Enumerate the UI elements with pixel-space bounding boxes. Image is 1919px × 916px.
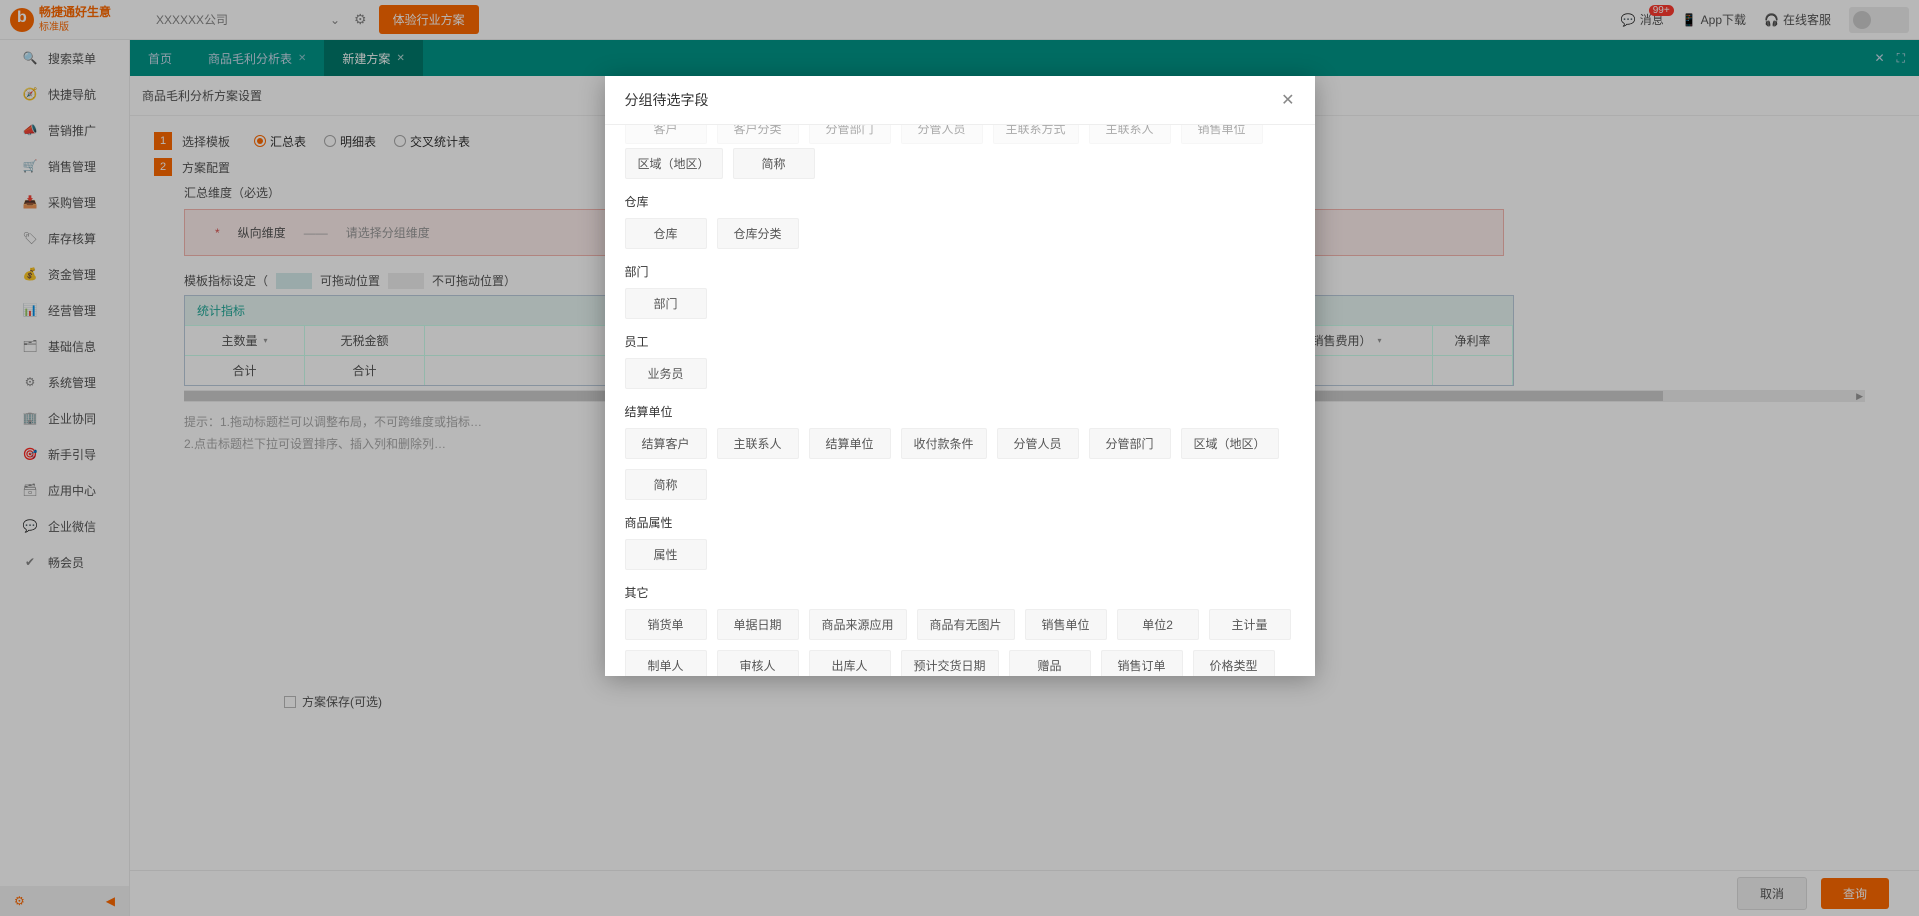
field-pill[interactable]: 区域（地区）	[1181, 428, 1279, 459]
close-icon[interactable]: ✕	[1281, 90, 1294, 110]
field-group-header: 其它	[625, 584, 1295, 601]
field-pill[interactable]: 简称	[625, 469, 707, 500]
field-group-row: 结算客户主联系人结算单位收付款条件分管人员分管部门区域（地区） 简称	[625, 428, 1295, 500]
field-pill[interactable]: 主联系方式	[993, 125, 1079, 144]
field-pill[interactable]: 销货单	[625, 609, 707, 640]
field-pill[interactable]: 主联系人	[1089, 125, 1171, 144]
field-pill[interactable]: 简称	[733, 148, 815, 179]
field-pill[interactable]: 属性	[625, 539, 707, 570]
field-pill[interactable]: 出库人	[809, 650, 891, 676]
modal-body: 客户客户分类分管部门分管人员主联系方式主联系人销售单位 区域（地区）简称 仓库仓…	[605, 125, 1315, 676]
field-pill[interactable]: 销售单位	[1181, 125, 1263, 144]
field-pill[interactable]: 客户	[625, 125, 707, 144]
field-pill[interactable]: 分管人员	[997, 428, 1079, 459]
field-pill[interactable]: 审核人	[717, 650, 799, 676]
field-group-row: 部门	[625, 288, 1295, 319]
field-pill[interactable]: 赠品	[1009, 650, 1091, 676]
field-group-row: 销货单单据日期商品来源应用商品有无图片销售单位单位2 主计量制单人审核人出库人预计…	[625, 609, 1295, 676]
modal-mask[interactable]: 分组待选字段 ✕ 客户客户分类分管部门分管人员主联系方式主联系人销售单位 区域（…	[0, 0, 1919, 916]
field-pill[interactable]: 结算客户	[625, 428, 707, 459]
modal-title: 分组待选字段	[625, 90, 709, 110]
field-pill[interactable]: 单位2	[1117, 609, 1199, 640]
field-pill[interactable]: 主联系人	[717, 428, 799, 459]
field-pill[interactable]: 分管人员	[901, 125, 983, 144]
field-pill[interactable]: 客户分类	[717, 125, 799, 144]
field-pill[interactable]: 价格类型	[1193, 650, 1275, 676]
field-pill[interactable]: 分管部门	[1089, 428, 1171, 459]
field-pill[interactable]: 结算单位	[809, 428, 891, 459]
field-pill[interactable]: 商品来源应用	[809, 609, 907, 640]
field-pill[interactable]: 制单人	[625, 650, 707, 676]
field-pill[interactable]: 仓库分类	[717, 218, 799, 249]
field-pill[interactable]: 收付款条件	[901, 428, 987, 459]
field-picker-modal: 分组待选字段 ✕ 客户客户分类分管部门分管人员主联系方式主联系人销售单位 区域（…	[605, 76, 1315, 676]
field-group-header: 商品属性	[625, 514, 1295, 531]
field-pill[interactable]: 预计交货日期	[901, 650, 999, 676]
field-pill[interactable]: 商品有无图片	[917, 609, 1015, 640]
field-pill[interactable]: 区域（地区）	[625, 148, 723, 179]
field-group-row: 业务员	[625, 358, 1295, 389]
field-group-header: 员工	[625, 333, 1295, 350]
field-group-row: 仓库仓库分类	[625, 218, 1295, 249]
partial-row-top: 客户客户分类分管部门分管人员主联系方式主联系人销售单位	[625, 125, 1295, 144]
field-pill[interactable]: 部门	[625, 288, 707, 319]
field-group-header: 结算单位	[625, 403, 1295, 420]
field-group-header: 仓库	[625, 193, 1295, 210]
field-pill[interactable]: 仓库	[625, 218, 707, 249]
field-pill[interactable]: 销售单位	[1025, 609, 1107, 640]
field-group-header: 部门	[625, 263, 1295, 280]
field-pill[interactable]: 业务员	[625, 358, 707, 389]
field-pill[interactable]: 分管部门	[809, 125, 891, 144]
partial-row-2: 区域（地区） 简称	[625, 148, 1295, 179]
field-pill[interactable]: 销售订单	[1101, 650, 1183, 676]
field-pill[interactable]: 单据日期	[717, 609, 799, 640]
field-group-row: 属性	[625, 539, 1295, 570]
field-pill[interactable]: 主计量	[1209, 609, 1291, 640]
modal-header: 分组待选字段 ✕	[605, 76, 1315, 125]
